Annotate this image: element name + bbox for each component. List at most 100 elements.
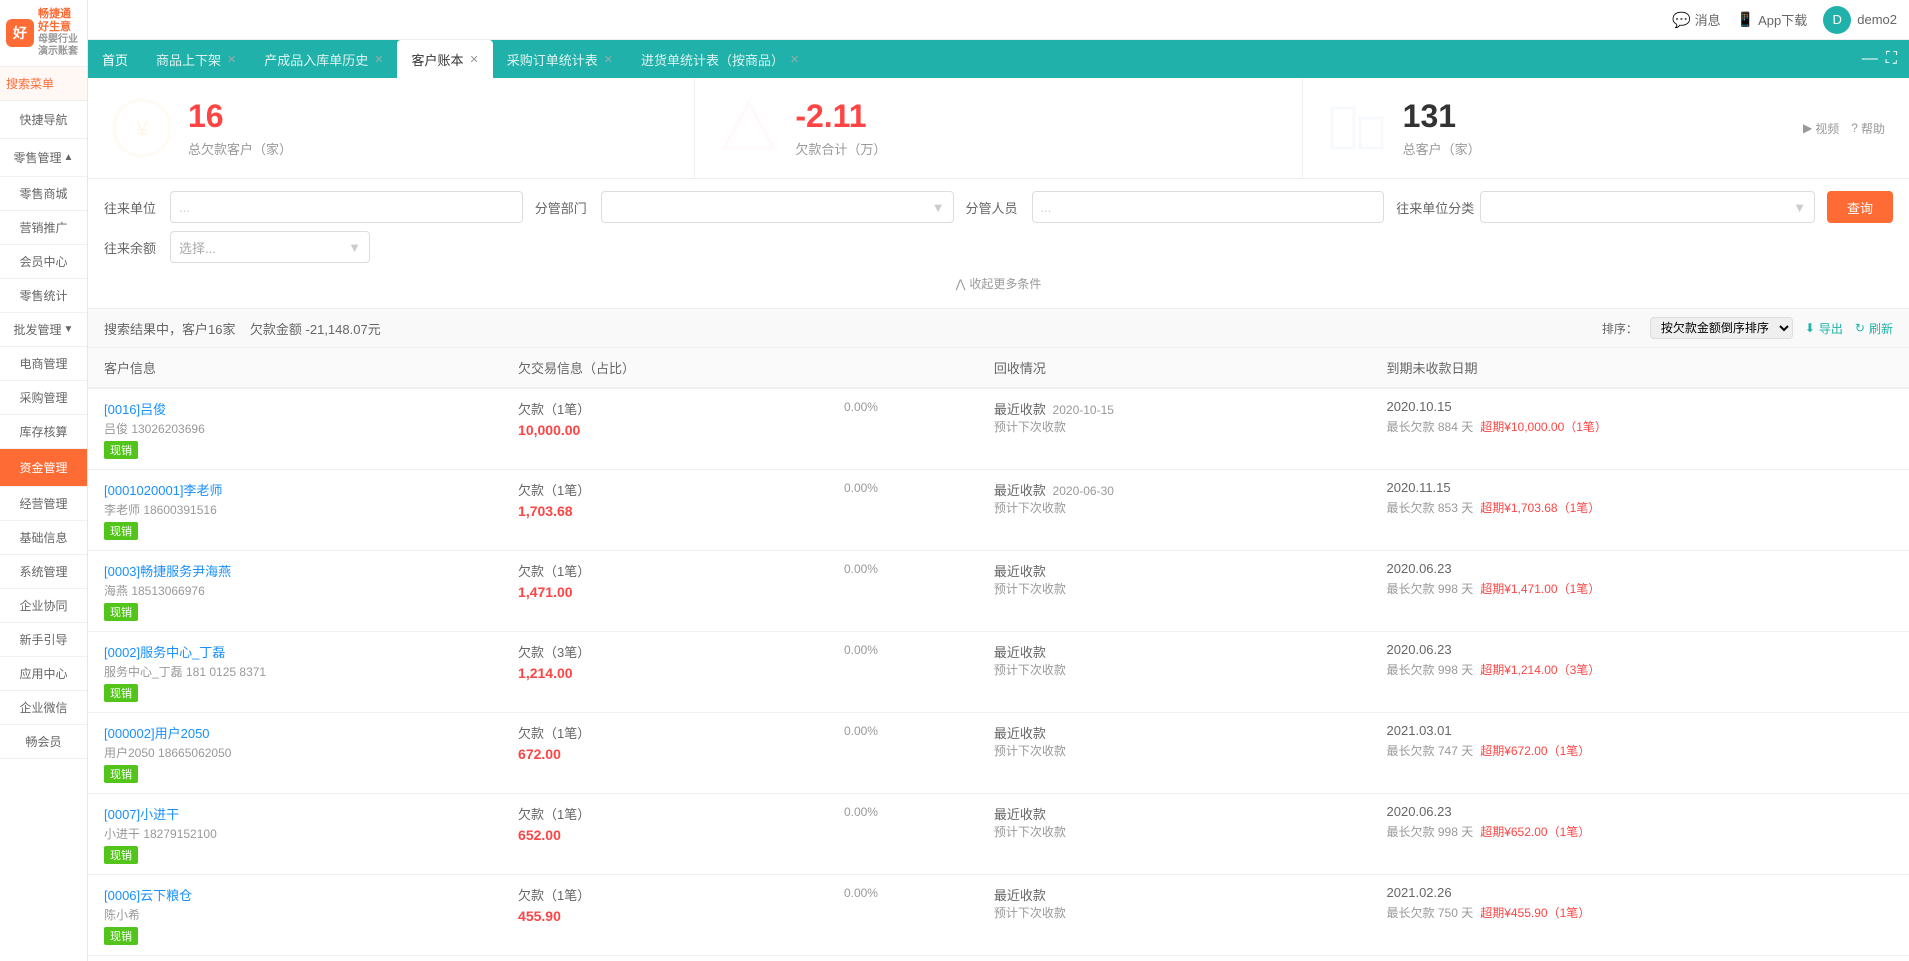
sidebar-logo: 好 畅捷通好生意 母婴行业演示账套: [0, 0, 87, 67]
sidebar-item-purchase-mgmt[interactable]: 采购管理: [0, 381, 87, 415]
cell-debt-count-4: 欠款（1笔） 672.00: [502, 713, 820, 794]
sidebar-item-finance[interactable]: 资金管理: [0, 449, 87, 487]
sidebar-item-retail-mgmt[interactable]: 零售管理 ▲: [0, 139, 87, 177]
filter-from-unit: 往来单位 ...: [104, 191, 523, 223]
refresh-button[interactable]: ↻ 刷新: [1855, 320, 1893, 337]
customer-name-1[interactable]: [0001020001]李老师: [104, 480, 486, 499]
tab-home[interactable]: 首页: [88, 40, 142, 78]
cell-debt-percent-5: 0.00%: [820, 794, 978, 875]
filter-person: 分管人员 ...: [966, 191, 1385, 223]
top-bar: 💬 消息 📱 App下载 D demo2: [88, 0, 1909, 40]
view-video-btn[interactable]: ▶ 视频: [1803, 120, 1839, 137]
table-row: [0016]吕俊 吕俊 13026203696 现销 欠款（1笔） 10,000…: [88, 388, 1909, 470]
stat-card-overdue-customers: ¥ 16 总欠款客户（家）: [88, 78, 695, 178]
sidebar-item-marketing[interactable]: 营销推广: [0, 211, 87, 245]
from-unit-input[interactable]: ...: [170, 191, 523, 223]
tab-customer-account[interactable]: 客户账本 ✕: [397, 40, 492, 78]
sidebar-item-app-center[interactable]: 应用中心: [0, 657, 87, 691]
svg-text:¥: ¥: [135, 117, 149, 142]
overdue-link-1[interactable]: 超期¥1,703.68（1笔）: [1480, 501, 1600, 515]
cell-due-date-2: 2020.06.23 最长欠款 998 天 超期¥1,471.00（1笔）: [1371, 551, 1909, 632]
total-customers-icon: [1327, 98, 1387, 158]
sidebar-item-enterprise-collab[interactable]: 企业协同: [0, 589, 87, 623]
cell-customer-info-2: [0003]畅捷服务尹海燕 海燕 18513066976 现销: [88, 551, 502, 632]
unit-category-label: 往来单位分类: [1396, 198, 1474, 217]
cell-debt-percent-1: 0.00%: [820, 470, 978, 551]
debt-amount-3: 1,214.00: [518, 665, 573, 681]
cell-debt-percent-6: 0.00%: [820, 875, 978, 956]
overdue-link-2[interactable]: 超期¥1,471.00（1笔）: [1480, 582, 1600, 596]
overdue-amount-value: -2.11: [795, 98, 886, 135]
customer-name-3[interactable]: [0002]服务中心_丁磊: [104, 642, 486, 661]
collapse-filter-btn[interactable]: ⋀ 收起更多条件: [104, 271, 1893, 296]
sidebar-item-new-guide[interactable]: 新手引导: [0, 623, 87, 657]
customer-name-6[interactable]: [0006]云下粮仓: [104, 885, 486, 904]
tab-close-icon[interactable]: ✕: [227, 53, 236, 66]
sidebar-item-retail-stats[interactable]: 零售统计: [0, 279, 87, 313]
cell-customer-info-3: [0002]服务中心_丁磊 服务中心_丁磊 181 0125 8371 现销: [88, 632, 502, 713]
sort-select[interactable]: 按欠款金额倒序排序: [1650, 317, 1793, 339]
sidebar-search-menu[interactable]: 搜索菜单: [0, 67, 87, 101]
tab-inbound-stats[interactable]: 进货单统计表（按商品） ✕: [627, 40, 813, 78]
sidebar-item-member-center[interactable]: 会员中心: [0, 245, 87, 279]
overdue-link-6[interactable]: 超期¥455.90（1笔）: [1480, 906, 1590, 920]
sidebar-item-retail-store[interactable]: 零售商城: [0, 177, 87, 211]
overdue-customers-label: 总欠款客户（家）: [188, 139, 292, 158]
app-download-button[interactable]: 📱 App下载: [1737, 10, 1808, 29]
tab-close-icon[interactable]: ✕: [604, 53, 613, 66]
export-button[interactable]: ⬇ 导出: [1805, 320, 1843, 337]
sidebar-item-vip-member[interactable]: 畅会员: [0, 725, 87, 759]
customer-phone-4: 用户2050 18665062050: [104, 744, 486, 761]
query-button[interactable]: 查询: [1827, 191, 1893, 223]
chevron-down-icon: ▼: [1793, 200, 1806, 215]
tab-collapse-icon[interactable]: —: [1862, 50, 1878, 68]
col-collection-sub: [1302, 348, 1370, 388]
tab-close-icon[interactable]: ✕: [470, 53, 479, 66]
customer-tag-6: 现销: [104, 927, 138, 945]
unit-category-input[interactable]: ▼: [1480, 191, 1815, 223]
help-btn[interactable]: ? 帮助: [1851, 120, 1885, 137]
debt-amount-5: 652.00: [518, 827, 561, 843]
dept-input[interactable]: ▼: [601, 191, 954, 223]
message-button[interactable]: 💬 消息: [1672, 10, 1721, 29]
cell-customer-info-0: [0016]吕俊 吕俊 13026203696 现销: [88, 388, 502, 470]
sidebar-item-basic-info[interactable]: 基础信息: [0, 521, 87, 555]
tab-product-inbound[interactable]: 产成品入库单历史 ✕: [250, 40, 397, 78]
cell-debt-count-7: 欠款（1笔） 429.00: [502, 956, 820, 961]
overdue-link-0[interactable]: 超期¥10,000.00（1笔）: [1480, 420, 1607, 434]
balance-input[interactable]: 选择... ▼: [170, 231, 370, 263]
customer-name-5[interactable]: [0007]小进干: [104, 804, 486, 823]
sidebar-item-quick-nav[interactable]: 快捷导航: [0, 101, 87, 139]
customer-tag-1: 现销: [104, 522, 138, 540]
cell-customer-info-4: [000002]用户2050 用户2050 18665062050 现销: [88, 713, 502, 794]
user-avatar[interactable]: D demo2: [1823, 6, 1897, 34]
customer-name-0[interactable]: [0016]吕俊: [104, 399, 486, 418]
overdue-link-4[interactable]: 超期¥672.00（1笔）: [1480, 744, 1590, 758]
table-row: [0003]畅捷服务尹海燕 海燕 18513066976 现销 欠款（1笔） 1…: [88, 551, 1909, 632]
sidebar-item-enterprise-wechat[interactable]: 企业微信: [0, 691, 87, 725]
customer-name-4[interactable]: [000002]用户2050: [104, 723, 486, 742]
tab-product-offshelf[interactable]: 商品上下架 ✕: [142, 40, 250, 78]
customer-name-2[interactable]: [0003]畅捷服务尹海燕: [104, 561, 486, 580]
tab-purchase-order[interactable]: 采购订单统计表 ✕: [493, 40, 627, 78]
table-row: [0002]服务中心_丁磊 服务中心_丁磊 181 0125 8371 现销 欠…: [88, 632, 1909, 713]
sidebar-item-operations[interactable]: 经营管理: [0, 487, 87, 521]
filter-row-2: 往来余额 选择... ▼: [104, 231, 1893, 263]
table-body: [0016]吕俊 吕俊 13026203696 现销 欠款（1笔） 10,000…: [88, 388, 1909, 961]
col-debt-info: 欠交易信息（占比）: [502, 348, 820, 388]
cell-due-date-6: 2021.02.26 最长欠款 750 天 超期¥455.90（1笔）: [1371, 875, 1909, 956]
sidebar-item-batch-mgmt[interactable]: 批发管理 ▼: [0, 313, 87, 347]
overdue-link-3[interactable]: 超期¥1,214.00（3笔）: [1480, 663, 1600, 677]
cell-collection-3: 最近收款 预计下次收款: [978, 632, 1302, 713]
sidebar-item-ecommerce[interactable]: 电商管理: [0, 347, 87, 381]
sidebar-item-system-mgmt[interactable]: 系统管理: [0, 555, 87, 589]
sidebar-item-inventory[interactable]: 库存核算: [0, 415, 87, 449]
cell-collection-2: 最近收款 预计下次收款: [978, 551, 1302, 632]
collapse-icon: ⋀: [956, 277, 966, 291]
tab-close-icon[interactable]: ✕: [790, 53, 799, 66]
overdue-link-5[interactable]: 超期¥652.00（1笔）: [1480, 825, 1590, 839]
main-area: 💬 消息 📱 App下载 D demo2 首页 商品上下架 ✕: [88, 0, 1909, 961]
tab-close-icon[interactable]: ✕: [374, 53, 383, 66]
tab-expand-icon[interactable]: ⛶: [1886, 50, 1897, 68]
person-input[interactable]: ...: [1032, 191, 1385, 223]
